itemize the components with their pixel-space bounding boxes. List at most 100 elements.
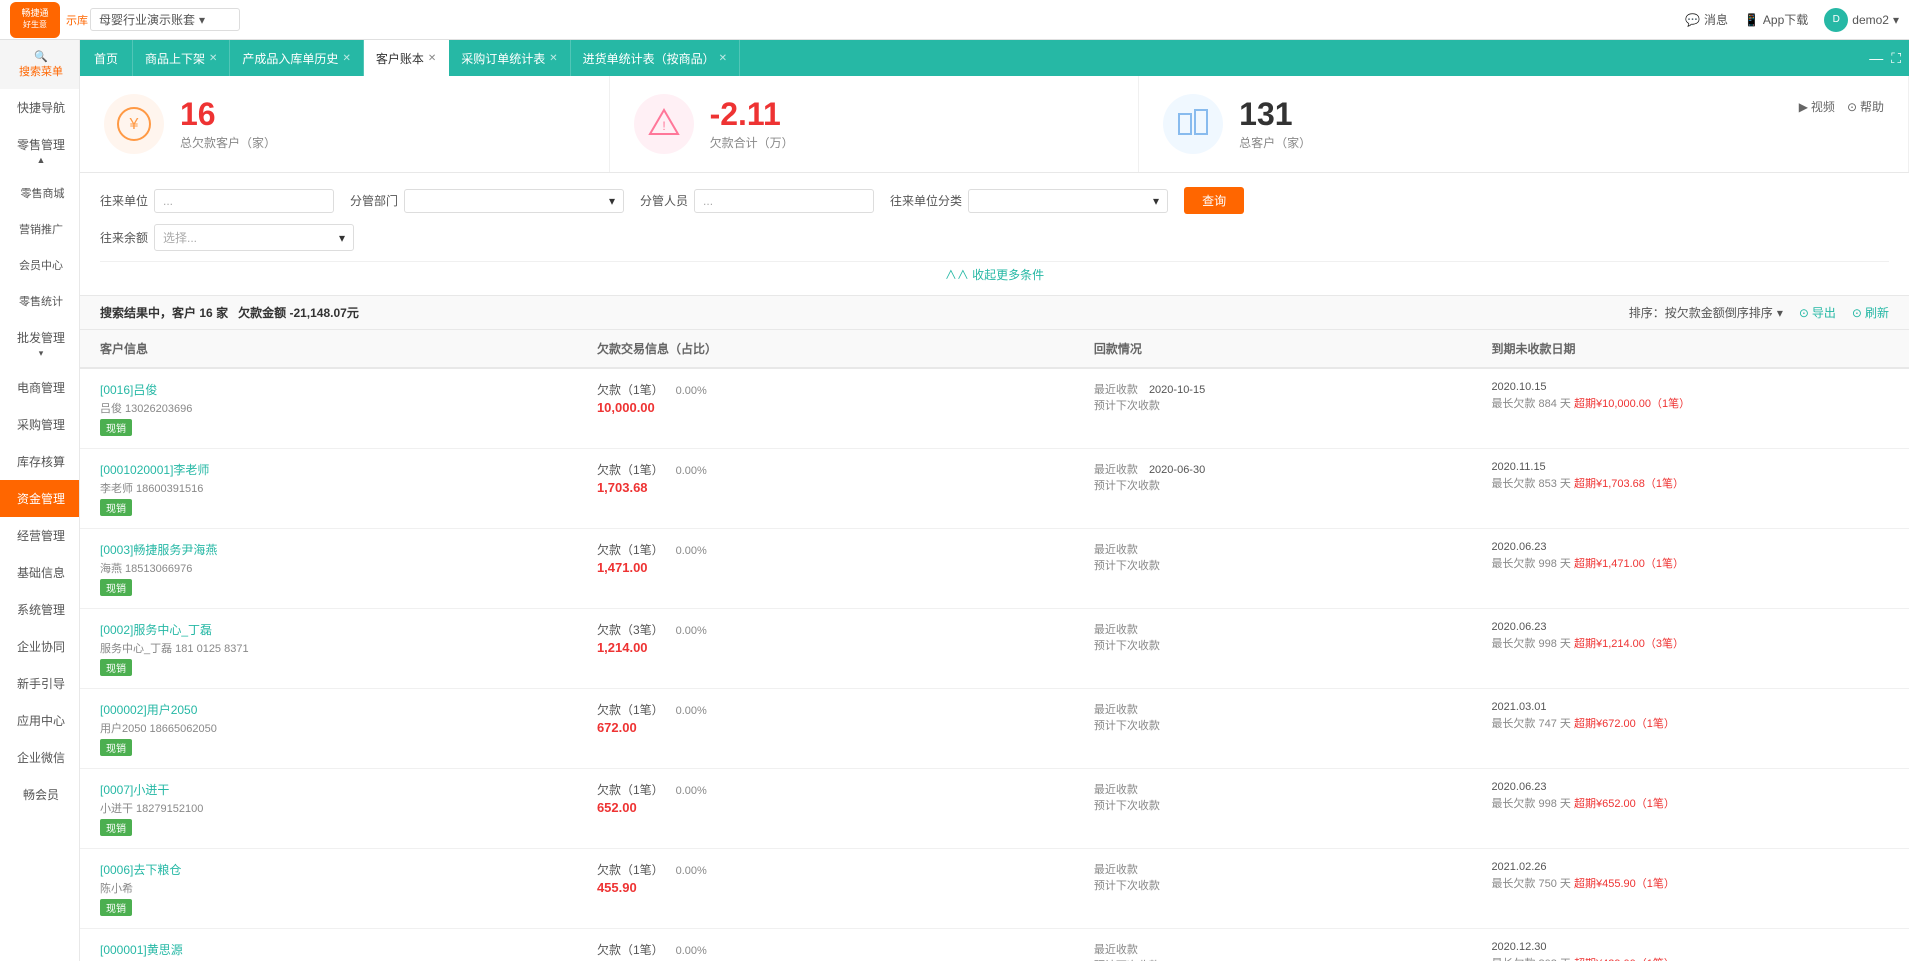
tab-products[interactable]: 商品上下架 ✕: [133, 40, 230, 76]
tab-production[interactable]: 产成品入库单历史 ✕: [230, 40, 363, 76]
table-row: [0002]服务中心_丁磊 服务中心_丁磊 181 0125 8371 现销 欠…: [80, 609, 1909, 689]
unit-class-select[interactable]: ▾: [968, 189, 1168, 213]
tab-purchase-order-close[interactable]: ✕: [549, 53, 557, 64]
sidebar-item-corp[interactable]: 企业协同: [0, 628, 79, 665]
sidebar-item-system[interactable]: 系统管理: [0, 591, 79, 628]
sidebar-item-ecom[interactable]: 电商管理: [0, 369, 79, 406]
export-btn[interactable]: ⊙ 导出: [1799, 304, 1836, 321]
due-overdue-6[interactable]: 超期¥455.90（1笔）: [1574, 878, 1675, 890]
tab-inventory-stat[interactable]: 进货单统计表（按商品） ✕: [571, 40, 740, 76]
table-header: 客户信息 欠款交易信息（占比） 回款情况 到期未收款日期: [80, 330, 1909, 369]
dept-select[interactable]: ▾: [404, 189, 624, 213]
user-label: demo2: [1852, 13, 1889, 27]
customer-tag-4: 现销: [100, 739, 132, 756]
sidebar-item-stock[interactable]: 库存核算: [0, 443, 79, 480]
sidebar-item-appcenter[interactable]: 应用中心: [0, 702, 79, 739]
customer-name-2[interactable]: [0003]畅捷服务尹海燕: [100, 541, 597, 558]
due-overdue-1[interactable]: 超期¥1,703.68（1笔）: [1574, 478, 1684, 490]
balance-value: 选择...: [163, 229, 197, 246]
sidebar-item-retail-mall[interactable]: 零售商城: [0, 175, 79, 211]
sidebar-item-corpwx[interactable]: 企业微信: [0, 739, 79, 776]
app-label: App下载: [1763, 11, 1808, 28]
customer-name-0[interactable]: [0016]吕俊: [100, 381, 597, 398]
balance-select[interactable]: 选择... ▾: [154, 224, 354, 251]
last-pay-label-1: 最近收款: [1094, 464, 1138, 476]
due-overdue-3[interactable]: 超期¥1,214.00（3笔）: [1574, 638, 1684, 650]
sidebar-purchase-label: 采购管理: [8, 416, 74, 433]
sidebar-corpwx-label: 企业微信: [8, 749, 74, 766]
user-menu[interactable]: D demo2 ▾: [1824, 8, 1899, 32]
sidebar-item-search[interactable]: 🔍 搜索菜单: [0, 40, 79, 89]
unit-class-label: 往来单位分类: [890, 192, 962, 209]
person-input[interactable]: ...: [694, 189, 874, 213]
window-maximize-icon[interactable]: ⛶: [1891, 50, 1901, 67]
stat-debt-label: 欠款合计（万）: [710, 134, 794, 151]
due-overdue-0[interactable]: 超期¥10,000.00（1笔）: [1574, 398, 1690, 410]
return-label-6: 最近收款: [1094, 861, 1492, 877]
customer-name-3[interactable]: [0002]服务中心_丁磊: [100, 621, 597, 638]
customer-name-5[interactable]: [0007]小迸干: [100, 781, 597, 798]
sidebar-item-finance[interactable]: 资金管理: [0, 480, 79, 517]
tab-products-close[interactable]: ✕: [209, 53, 217, 64]
video-btn[interactable]: ▶ 视频: [1799, 98, 1835, 115]
sidebar-item-member[interactable]: 会员中心: [0, 247, 79, 283]
tab-customer-account[interactable]: 客户账本 ✕: [364, 40, 449, 76]
sidebar-item-member2[interactable]: 畅会员: [0, 776, 79, 813]
query-button[interactable]: 查询: [1184, 187, 1244, 214]
sidebar-item-batch[interactable]: 批发管理 ▾: [0, 319, 79, 369]
result-debt-label: 欠款金额: [238, 306, 286, 320]
filter-row-1: 往来单位 ... 分管部门 ▾: [100, 187, 1889, 214]
tab-purchase-order[interactable]: 采购订单统计表 ✕: [449, 40, 570, 76]
duedate-info-1: 2020.11.15 最长欠款 853 天 超期¥1,703.68（1笔）: [1491, 461, 1889, 491]
sidebar-item-retail-stat[interactable]: 零售统计: [0, 283, 79, 319]
customer-name-1[interactable]: [0001020001]李老师: [100, 461, 597, 478]
refresh-btn[interactable]: ⊙ 刷新: [1852, 304, 1889, 321]
sidebar-item-quicknav[interactable]: 快捷导航: [0, 89, 79, 126]
due-overdue-4[interactable]: 超期¥672.00（1笔）: [1574, 718, 1675, 730]
svg-text:¥: ¥: [129, 116, 139, 133]
return-info-1: 最近收款 2020-06-30 预计下次收款: [1094, 461, 1492, 493]
customer-phone-6: 陈小希: [100, 880, 597, 896]
due-date-6: 2021.02.26: [1491, 861, 1889, 873]
duedate-info-0: 2020.10.15 最长欠款 884 天 超期¥10,000.00（1笔）: [1491, 381, 1889, 411]
sort-selector[interactable]: 排序：按欠款金额倒序排序 ▾: [1629, 304, 1783, 321]
customer-tag-0: 现销: [100, 419, 132, 436]
customer-name-7[interactable]: [000001]黄思源: [100, 941, 597, 958]
due-overdue-2[interactable]: 超期¥1,471.00（1笔）: [1574, 558, 1684, 570]
customer-name-4[interactable]: [000002]用户2050: [100, 701, 597, 718]
sidebar-item-retail[interactable]: 零售管理 ▲: [0, 126, 79, 175]
due-days-1: 最长欠款 853 天: [1491, 478, 1574, 490]
app-download-btn[interactable]: 📱 App下载: [1744, 11, 1808, 28]
sidebar-item-marketing[interactable]: 营销推广: [0, 211, 79, 247]
industry-selector[interactable]: 母婴行业演示账套 ▾: [90, 8, 240, 31]
sidebar-item-basic[interactable]: 基础信息: [0, 554, 79, 591]
sidebar-basic-label: 基础信息: [8, 564, 74, 581]
source-unit-input[interactable]: ...: [154, 189, 334, 213]
sidebar-member2-label: 畅会员: [8, 786, 74, 803]
tab-customer-account-close[interactable]: ✕: [428, 53, 436, 64]
person-label: 分管人员: [640, 192, 688, 209]
help-btn[interactable]: ⊙ 帮助: [1847, 98, 1884, 115]
tab-inventory-stat-close[interactable]: ✕: [719, 53, 727, 64]
sidebar: 🔍 搜索菜单 快捷导航 零售管理 ▲ 零售商城 营销推广 会员中心 零售统计: [0, 40, 80, 961]
tab-home[interactable]: 首页: [80, 40, 133, 76]
sidebar-item-purchase[interactable]: 采购管理: [0, 406, 79, 443]
sidebar-appcenter-label: 应用中心: [8, 712, 74, 729]
customer-name-6[interactable]: [0006]去下粮仓: [100, 861, 597, 878]
message-btn[interactable]: 💬 消息: [1685, 11, 1728, 28]
collapse-btn[interactable]: ∧∧ 收起更多条件: [945, 268, 1044, 282]
debt-percent-3: 0.00%: [676, 625, 707, 637]
tab-production-close[interactable]: ✕: [342, 53, 350, 64]
sidebar-collapse[interactable]: 示库: [66, 12, 88, 28]
sidebar-item-newguide[interactable]: 新手引导: [0, 665, 79, 702]
last-pay-label-3: 最近收款: [1094, 624, 1138, 636]
col-header-return: 回款情况: [1094, 340, 1492, 357]
stat-debtor-value: 16: [180, 98, 276, 130]
stat-debt-info: -2.11 欠款合计（万）: [710, 98, 794, 151]
due-overdue-5[interactable]: 超期¥652.00（1笔）: [1574, 798, 1675, 810]
sidebar-item-biz[interactable]: 经营管理: [0, 517, 79, 554]
window-minimize-icon[interactable]: —: [1869, 50, 1883, 66]
person-dots: ...: [703, 194, 713, 208]
debt-amount-3: 1,214.00: [597, 640, 1094, 655]
video-label: 视频: [1811, 98, 1835, 115]
